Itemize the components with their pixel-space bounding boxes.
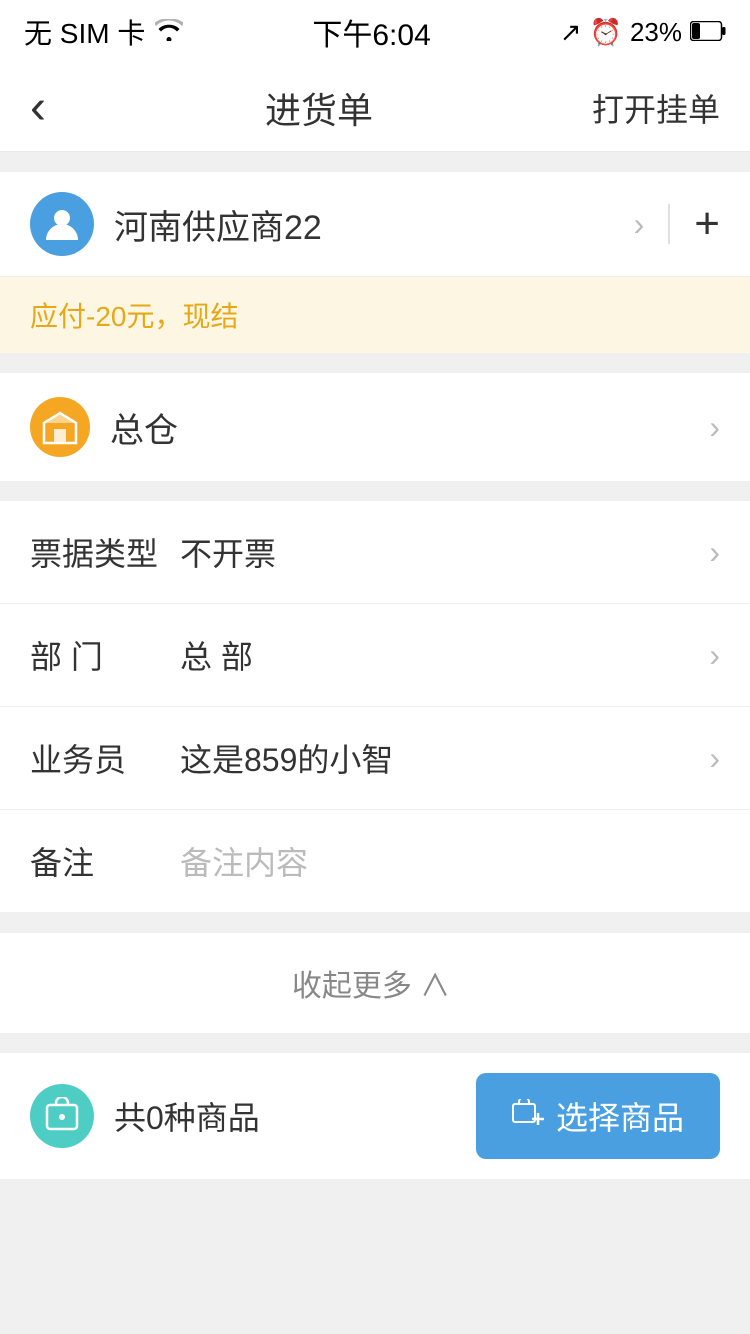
top-divider bbox=[0, 152, 750, 172]
warehouse-section: 总仓 › bbox=[0, 373, 750, 481]
remark-input[interactable]: 备注内容 bbox=[170, 838, 720, 884]
supplier-section: 河南供应商22 › + 应付-20元，现结 bbox=[0, 172, 750, 353]
salesperson-row[interactable]: 业务员 这是859的小智 › bbox=[0, 707, 750, 810]
invoice-type-value: 不开票 bbox=[170, 529, 709, 575]
status-left: 无 SIM 卡 bbox=[24, 12, 183, 52]
collapse-row[interactable]: 收起更多 ∧ bbox=[0, 932, 750, 1033]
page-title: 进货单 bbox=[265, 82, 373, 134]
wifi-icon bbox=[155, 16, 183, 48]
supplier-chevron-icon: › bbox=[634, 206, 645, 243]
warehouse-chevron-icon: › bbox=[709, 409, 720, 446]
nav-bar: ‹ 进货单 打开挂单 bbox=[0, 64, 750, 152]
alarm-icon: ⏰ bbox=[590, 17, 622, 48]
department-value: 总 部 bbox=[170, 632, 709, 678]
remark-label: 备注 bbox=[30, 838, 170, 884]
supplier-name: 河南供应商22 bbox=[114, 200, 634, 249]
warehouse-icon bbox=[30, 397, 90, 457]
product-icon bbox=[30, 1084, 94, 1148]
warehouse-row[interactable]: 总仓 › bbox=[0, 373, 750, 481]
invoice-type-chevron-icon: › bbox=[709, 534, 720, 571]
collapse-text: 收起更多 ∧ bbox=[292, 961, 450, 1005]
salesperson-value: 这是859的小智 bbox=[170, 735, 709, 781]
carrier-text: 无 SIM 卡 bbox=[24, 12, 145, 52]
product-count-text: 共0种商品 bbox=[114, 1093, 476, 1139]
status-right: ↗ ⏰ 23% bbox=[560, 17, 726, 48]
form-section: 票据类型 不开票 › 部 门 总 部 › 业务员 这是859的小智 › 备注 备… bbox=[0, 501, 750, 912]
select-product-icon bbox=[512, 1098, 544, 1135]
warehouse-name: 总仓 bbox=[110, 403, 709, 452]
invoice-type-row[interactable]: 票据类型 不开票 › bbox=[0, 501, 750, 604]
add-supplier-button[interactable]: + bbox=[694, 199, 720, 249]
department-row[interactable]: 部 门 总 部 › bbox=[0, 604, 750, 707]
back-button[interactable]: ‹ bbox=[30, 80, 46, 135]
status-bar: 无 SIM 卡 下午6:04 ↗ ⏰ 23% bbox=[0, 0, 750, 64]
select-product-button[interactable]: 选择商品 bbox=[476, 1073, 720, 1159]
select-product-label: 选择商品 bbox=[556, 1093, 684, 1139]
supplier-divider bbox=[668, 204, 670, 244]
salesperson-label: 业务员 bbox=[30, 735, 170, 781]
notice-text: 应付-20元，现结 bbox=[30, 301, 238, 332]
invoice-type-label: 票据类型 bbox=[30, 529, 170, 575]
location-icon: ↗ bbox=[560, 17, 582, 48]
supplier-row[interactable]: 河南供应商22 › + bbox=[0, 172, 750, 277]
product-bar: 共0种商品 选择商品 bbox=[0, 1053, 750, 1179]
battery-icon bbox=[690, 17, 726, 48]
open-pending-button[interactable]: 打开挂单 bbox=[592, 85, 720, 131]
status-time: 下午6:04 bbox=[312, 10, 430, 54]
battery-text: 23% bbox=[630, 17, 682, 48]
salesperson-chevron-icon: › bbox=[709, 740, 720, 777]
department-chevron-icon: › bbox=[709, 637, 720, 674]
remark-row[interactable]: 备注 备注内容 bbox=[0, 810, 750, 912]
department-label: 部 门 bbox=[30, 632, 170, 678]
supplier-avatar bbox=[30, 192, 94, 256]
notice-bar: 应付-20元，现结 bbox=[0, 277, 750, 353]
